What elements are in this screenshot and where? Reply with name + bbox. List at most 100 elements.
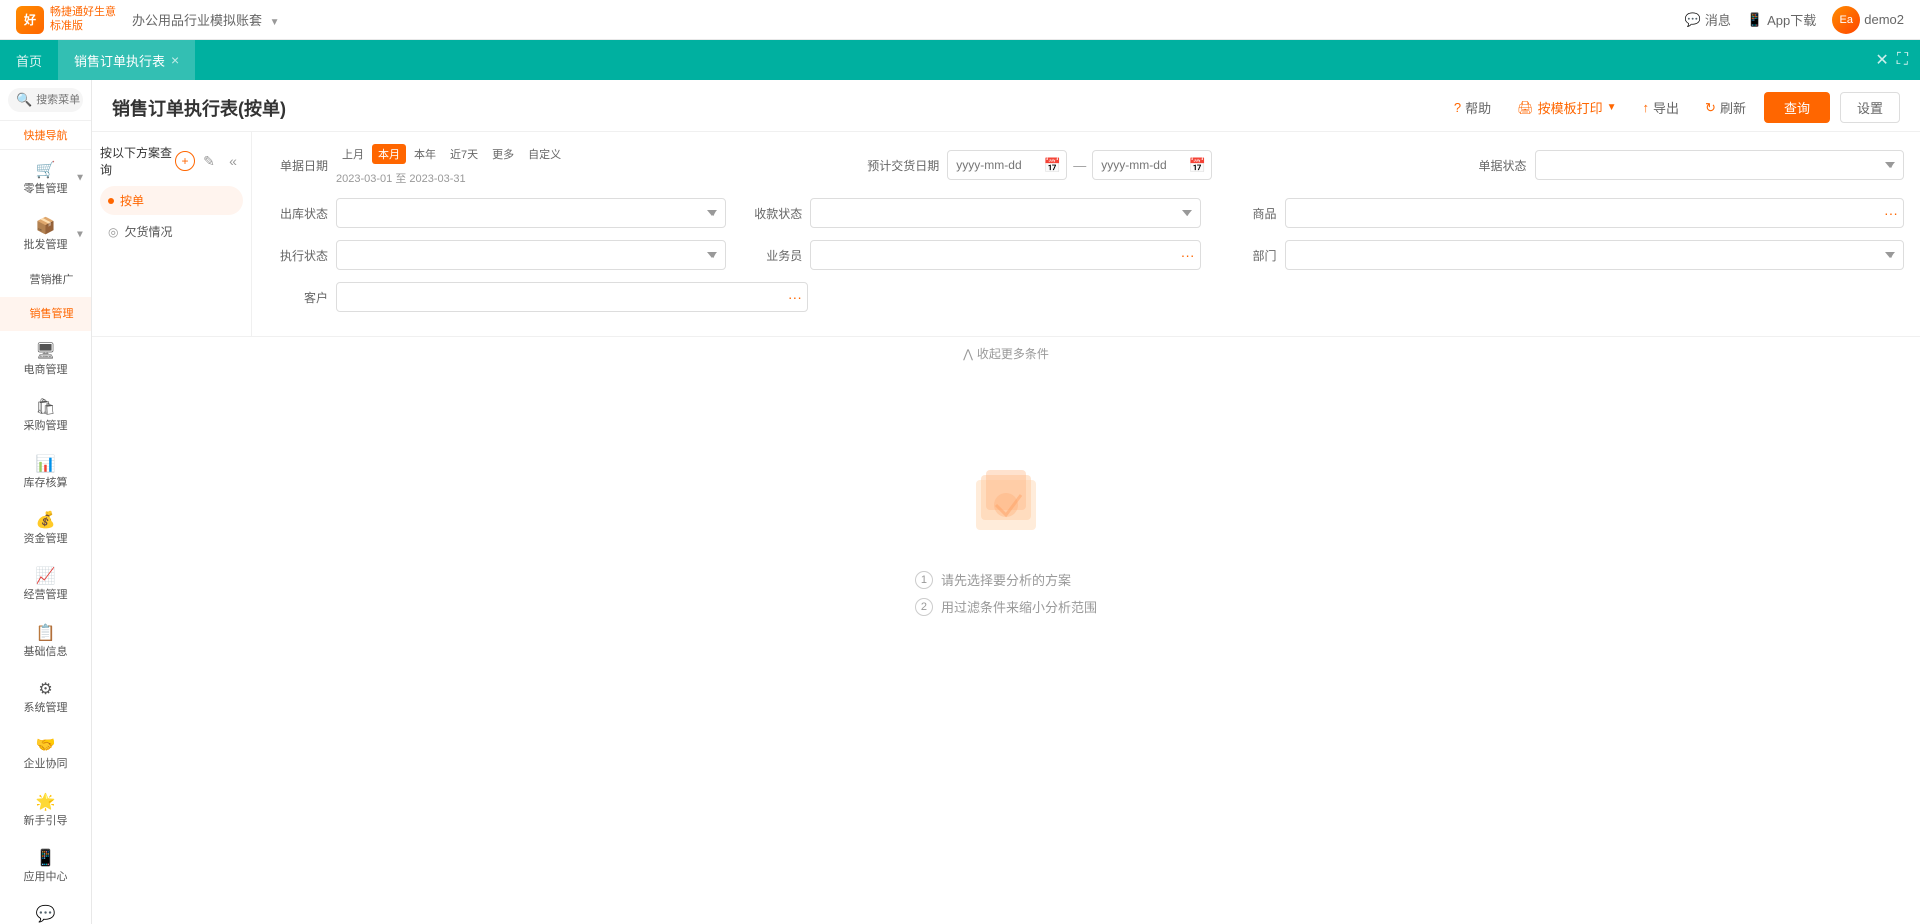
scheme-option-single[interactable]: 按单 xyxy=(100,186,243,215)
collapse-scheme-btn[interactable]: « xyxy=(223,151,243,171)
refresh-btn[interactable]: ↻ 刷新 xyxy=(1697,94,1754,121)
tab-close-btn[interactable]: × xyxy=(171,53,179,67)
settings-btn[interactable]: 设置 xyxy=(1840,92,1900,123)
status-select-wrap: ▼ xyxy=(1535,150,1904,180)
scheme-option-shortage[interactable]: ◎ 欠货情况 xyxy=(100,217,243,246)
hint-num-1: 1 xyxy=(915,571,933,589)
tab-home[interactable]: 首页 xyxy=(0,40,58,80)
sidebar-item-label: 经营管理 xyxy=(24,588,68,602)
sidebar-item-management[interactable]: 📈 经营管理 xyxy=(0,556,91,612)
wholesale-icon: 📦 xyxy=(36,216,56,236)
page-header: 销售订单执行表(按单) ? 帮助 🖨 按模板打印 ▼ ↑ 导出 xyxy=(92,80,1920,132)
print-btn[interactable]: 🖨 按模板打印 ▼ xyxy=(1509,94,1624,121)
status-select[interactable] xyxy=(1535,150,1904,180)
sidebar-item-label: 零售管理 xyxy=(24,182,68,196)
print-dropdown-icon[interactable]: ▼ xyxy=(1607,102,1617,113)
sidebar-item-app[interactable]: 📱 应用中心 xyxy=(0,838,91,894)
dept-field: 部门 ▼ xyxy=(1217,240,1904,270)
goods-field: 商品 ··· xyxy=(1217,198,1904,228)
date-tab-7days[interactable]: 近7天 xyxy=(444,144,484,164)
date-tab-more[interactable]: 更多 xyxy=(486,144,520,164)
tab-expand-btn[interactable]: ⛶ xyxy=(1897,51,1908,69)
enterprise-icon: 🤝 xyxy=(36,735,56,755)
search-icon: 🔍 xyxy=(16,92,32,108)
user-area[interactable]: Ea demo2 xyxy=(1832,6,1904,34)
wechat-icon: 💬 xyxy=(36,904,56,924)
sidebar-item-ecommerce[interactable]: 🖥 电商管理 xyxy=(0,331,91,387)
calendar-from-icon[interactable]: 📅 xyxy=(1044,157,1061,174)
avatar: Ea xyxy=(1832,6,1860,34)
customer-input[interactable] xyxy=(336,282,808,312)
sidebar-item-label: 库存核算 xyxy=(24,476,68,490)
sidebar-item-enterprise[interactable]: 🤝 企业协同 xyxy=(0,725,91,781)
app-download-btn[interactable]: 📱 App下载 xyxy=(1747,10,1816,29)
dept-label: 部门 xyxy=(1217,247,1277,264)
collapse-bar[interactable]: ⋀ 收起更多条件 xyxy=(92,336,1920,370)
salesperson-label: 业务员 xyxy=(742,247,802,264)
date-tab-last-month[interactable]: 上月 xyxy=(336,144,370,164)
delivery-select[interactable] xyxy=(336,198,726,228)
tab-sales-order[interactable]: 销售订单执行表 × xyxy=(58,40,195,80)
tab-controls: ✕ ⛶ xyxy=(1875,50,1920,70)
main-layout: 🔍 快捷导航 🛒 零售管理 ▼ 📦 批发管理 ▲ 营销推广 销售管理 🖥 电商 xyxy=(0,80,1920,924)
payment-select[interactable] xyxy=(810,198,1200,228)
tab-close-window-btn[interactable]: ✕ xyxy=(1875,50,1888,70)
sidebar-item-label: 资金管理 xyxy=(24,532,68,546)
finance-icon: 💰 xyxy=(36,510,56,530)
sidebar-item-purchase[interactable]: 🛍 采购管理 xyxy=(0,387,91,443)
delivery-field: 出库状态 ▼ xyxy=(268,198,726,228)
sidebar-item-finance[interactable]: 💰 资金管理 xyxy=(0,500,91,556)
logo-icon: 好 xyxy=(16,6,44,34)
exec-field: 执行状态 ▼ xyxy=(268,240,726,270)
sidebar-item-sales[interactable]: 销售管理 xyxy=(0,297,91,331)
message-btn[interactable]: 💬 消息 xyxy=(1685,10,1731,29)
sidebar-item-basic[interactable]: 📋 基础信息 xyxy=(0,613,91,669)
goods-dots-icon[interactable]: ··· xyxy=(1884,205,1898,221)
dept-select[interactable] xyxy=(1285,240,1904,270)
sidebar-item-newuser[interactable]: 🌟 新手引导 xyxy=(0,782,91,838)
sidebar-item-label: 营销推广 xyxy=(30,273,74,287)
customer-field: 客户 ··· xyxy=(268,282,808,312)
date-tab-this-month[interactable]: 本月 xyxy=(372,144,406,164)
sidebar-item-inventory[interactable]: 📊 库存核算 xyxy=(0,444,91,500)
sidebar-item-system[interactable]: ⚙ 系统管理 xyxy=(0,669,91,725)
quick-nav-btn[interactable]: 快捷导航 xyxy=(0,121,91,150)
customer-dots-icon[interactable]: ··· xyxy=(788,289,802,305)
help-btn[interactable]: ? 帮助 xyxy=(1446,94,1499,121)
salesperson-input[interactable] xyxy=(810,240,1200,270)
date-label: 单据日期 xyxy=(268,157,328,174)
content-area: 销售订单执行表(按单) ? 帮助 🖨 按模板打印 ▼ ↑ 导出 xyxy=(92,80,1920,924)
payment-select-wrap: ▼ xyxy=(810,198,1200,228)
sidebar-item-wholesale[interactable]: 📦 批发管理 ▲ xyxy=(0,206,91,262)
logo-text: 畅捷通好生意 标准版 xyxy=(50,6,116,32)
sidebar-item-wechat[interactable]: 💬 企业微信 xyxy=(0,894,91,924)
sidebar-item-label: 新手引导 xyxy=(24,814,68,828)
system-icon: ⚙ xyxy=(38,679,52,699)
logo-area[interactable]: 好 畅捷通好生意 标准版 xyxy=(16,6,116,34)
date-range-text: 2023-03-01 至 2023-03-31 xyxy=(336,170,851,186)
calendar-to-icon[interactable]: 📅 xyxy=(1189,157,1206,174)
sidebar-item-retail[interactable]: 🛒 零售管理 ▼ xyxy=(0,150,91,206)
system-dropdown-icon[interactable]: ▼ xyxy=(270,17,280,28)
date-tab-custom[interactable]: 自定义 xyxy=(522,144,567,164)
exec-label: 执行状态 xyxy=(268,247,328,264)
date-tab-this-year[interactable]: 本年 xyxy=(408,144,442,164)
search-wrap[interactable]: 🔍 xyxy=(8,88,83,112)
query-btn[interactable]: 查询 xyxy=(1764,92,1830,123)
salesperson-dots-icon[interactable]: ··· xyxy=(1181,247,1195,263)
delivery-select-wrap: ▼ xyxy=(336,198,726,228)
goods-input[interactable] xyxy=(1285,198,1904,228)
sidebar-item-marketing[interactable]: 营销推广 xyxy=(0,263,91,297)
export-btn[interactable]: ↑ 导出 xyxy=(1635,94,1688,121)
edit-scheme-btn[interactable]: ✎ xyxy=(199,151,219,171)
filter-row-4: 客户 ··· xyxy=(268,282,1904,312)
inventory-icon: 📊 xyxy=(36,454,56,474)
add-scheme-btn[interactable]: + xyxy=(175,151,195,171)
search-input[interactable] xyxy=(36,94,92,106)
empty-illustration xyxy=(956,450,1056,550)
sidebar-item-label: 企业协同 xyxy=(24,757,68,771)
exec-select[interactable] xyxy=(336,240,726,270)
payment-label: 收款状态 xyxy=(742,205,802,222)
customer-input-wrap: ··· xyxy=(336,282,808,312)
header-left: 好 畅捷通好生意 标准版 办公用品行业模拟账套 ▼ xyxy=(16,6,280,34)
